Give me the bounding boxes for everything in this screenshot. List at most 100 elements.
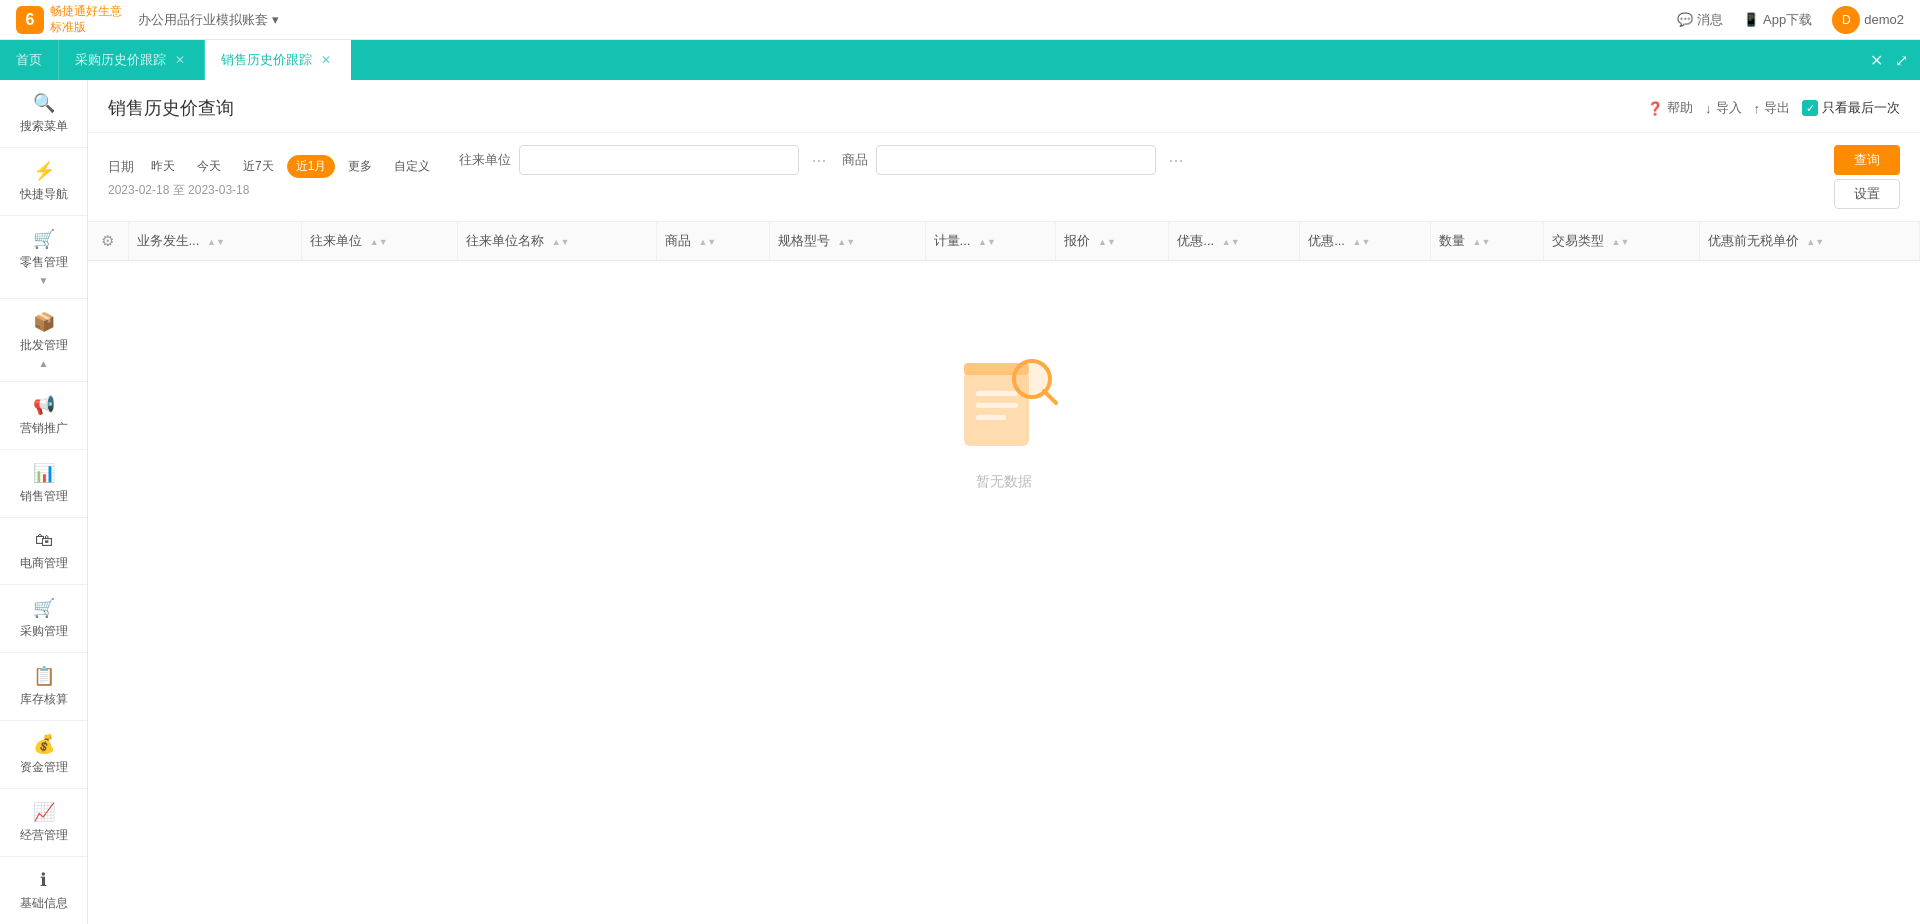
counterparty-input[interactable]: [519, 145, 799, 175]
th-discount1[interactable]: 优惠... ▲▼: [1169, 222, 1300, 261]
sort-discount1[interactable]: ▲▼: [1222, 237, 1240, 247]
app-download-button[interactable]: 📱 App下载: [1743, 11, 1812, 29]
operation-mgmt-icon: 📈: [33, 801, 55, 823]
top-bar: 6 畅捷通好生意 标准版 办公用品行业模拟账套 ▾ 💬 消息 📱 App下载 D…: [0, 0, 1920, 40]
sort-pre-discount-price[interactable]: ▲▼: [1806, 237, 1824, 247]
logo-area: 6 畅捷通好生意 标准版: [16, 4, 122, 35]
message-button[interactable]: 💬 消息: [1677, 11, 1723, 29]
logo-icon: 6: [16, 6, 44, 34]
top-bar-right: 💬 消息 📱 App下载 D demo2: [1677, 6, 1904, 34]
counterparty-dots[interactable]: ···: [807, 150, 826, 171]
setting-button[interactable]: 设置: [1834, 179, 1900, 209]
empty-illustration: [944, 341, 1064, 461]
purchase-mgmt-icon: 🛒: [33, 597, 55, 619]
table-gear-icon[interactable]: ⚙: [101, 232, 114, 249]
date-buttons: 昨天 今天 近7天 近1月 更多 自定义: [142, 155, 439, 178]
only-last-checkbox-group[interactable]: ✓ 只看最后一次: [1802, 99, 1900, 117]
main-layout: 🔍 搜索菜单 ⚡ 快捷导航 🛒 零售管理 ▼ 📦 批发管理 ▲ 📢 营销推广 📊…: [0, 80, 1920, 924]
sort-quantity[interactable]: ▲▼: [1473, 237, 1491, 247]
page-header: 销售历史价查询 ❓ 帮助 ↓ 导入 ↑ 导出 ✓ 只看最后一次: [88, 80, 1920, 133]
sort-unit[interactable]: ▲▼: [978, 237, 996, 247]
sidebar-item-purchase-mgmt[interactable]: 🛒 采购管理: [0, 585, 87, 653]
date-btn-today[interactable]: 今天: [188, 155, 230, 178]
date-btn-last1m[interactable]: 近1月: [287, 155, 336, 178]
th-quantity[interactable]: 数量 ▲▼: [1430, 222, 1543, 261]
th-trade-type[interactable]: 交易类型 ▲▼: [1543, 222, 1699, 261]
sidebar-item-quick-nav[interactable]: ⚡ 快捷导航: [0, 148, 87, 216]
sidebar-item-basic-info[interactable]: ℹ 基础信息: [0, 857, 87, 924]
sidebar-item-inventory-check[interactable]: 📋 库存核算: [0, 653, 87, 721]
th-discount2[interactable]: 优惠... ▲▼: [1300, 222, 1431, 261]
close-all-tabs-button[interactable]: ✕: [1866, 47, 1887, 74]
th-counterparty-name[interactable]: 往来单位名称 ▲▼: [458, 222, 657, 261]
product-filter-group: 商品 ···: [842, 145, 1183, 175]
product-dots[interactable]: ···: [1164, 150, 1183, 171]
content-area: 销售历史价查询 ❓ 帮助 ↓ 导入 ↑ 导出 ✓ 只看最后一次: [88, 80, 1920, 924]
table-settings-col: ⚙: [88, 222, 128, 261]
sidebar-item-marketing[interactable]: 📢 营销推广: [0, 382, 87, 450]
workspace-selector[interactable]: 办公用品行业模拟账套 ▾: [130, 7, 287, 33]
sort-spec[interactable]: ▲▼: [837, 237, 855, 247]
tab-purchase-history[interactable]: 采购历史价跟踪 ✕: [59, 40, 205, 80]
sidebar-item-operation-mgmt[interactable]: 📈 经营管理: [0, 789, 87, 857]
search-menu-icon: 🔍: [33, 92, 55, 114]
th-spec[interactable]: 规格型号 ▲▼: [769, 222, 925, 261]
sidebar-item-finance-mgmt[interactable]: 💰 资金管理: [0, 721, 87, 789]
th-quoted-price[interactable]: 报价 ▲▼: [1056, 222, 1169, 261]
date-filter-label: 日期: [108, 158, 134, 176]
table-header-row: ⚙ 业务发生... ▲▼ 往来单位 ▲▼ 往来单位名称 ▲▼: [88, 222, 1920, 261]
message-icon: 💬: [1677, 12, 1693, 27]
product-input[interactable]: [876, 145, 1156, 175]
only-last-checkbox[interactable]: ✓: [1802, 100, 1818, 116]
tab-home[interactable]: 首页: [0, 40, 59, 80]
sort-trade-type[interactable]: ▲▼: [1612, 237, 1630, 247]
export-button[interactable]: ↑ 导出: [1754, 99, 1791, 117]
page-title: 销售历史价查询: [108, 96, 234, 120]
th-counterparty-code[interactable]: 往来单位 ▲▼: [302, 222, 458, 261]
sidebar-item-retail-mgmt[interactable]: 🛒 零售管理 ▼: [0, 216, 87, 299]
help-button[interactable]: ❓ 帮助: [1647, 99, 1693, 117]
sidebar-item-search-menu[interactable]: 🔍 搜索菜单: [0, 80, 87, 148]
user-profile-button[interactable]: D demo2: [1832, 6, 1904, 34]
export-icon: ↑: [1754, 101, 1761, 116]
svg-rect-4: [976, 415, 1006, 420]
retail-mgmt-icon: 🛒: [33, 228, 55, 250]
sidebar-item-wholesale-mgmt[interactable]: 📦 批发管理 ▲: [0, 299, 87, 382]
tab-sales-history-close[interactable]: ✕: [318, 52, 334, 68]
table-header: ⚙ 业务发生... ▲▼ 往来单位 ▲▼ 往来单位名称 ▲▼: [88, 222, 1920, 261]
th-unit[interactable]: 计量... ▲▼: [925, 222, 1056, 261]
import-icon: ↓: [1705, 101, 1712, 116]
sort-biz-date[interactable]: ▲▼: [207, 237, 225, 247]
table-container: ⚙ 业务发生... ▲▼ 往来单位 ▲▼ 往来单位名称 ▲▼: [88, 222, 1920, 924]
th-pre-discount-price[interactable]: 优惠前无税单价 ▲▼: [1699, 222, 1919, 261]
basic-info-icon: ℹ: [40, 869, 47, 891]
date-btn-last7[interactable]: 近7天: [234, 155, 283, 178]
th-biz-date[interactable]: 业务发生... ▲▼: [128, 222, 302, 261]
retail-mgmt-arrow: ▼: [39, 275, 49, 286]
tab-purchase-history-close[interactable]: ✕: [172, 52, 188, 68]
avatar: D: [1832, 6, 1860, 34]
counterparty-filter-group: 往来单位 ···: [459, 145, 826, 175]
sort-counterparty-name[interactable]: ▲▼: [552, 237, 570, 247]
th-product[interactable]: 商品 ▲▼: [656, 222, 769, 261]
sort-quoted-price[interactable]: ▲▼: [1098, 237, 1116, 247]
filter-actions: 查询 设置: [1834, 145, 1900, 209]
help-icon: ❓: [1647, 101, 1663, 116]
date-btn-custom[interactable]: 自定义: [385, 155, 439, 178]
sort-discount2[interactable]: ▲▼: [1353, 237, 1371, 247]
date-btn-more[interactable]: 更多: [339, 155, 381, 178]
sort-product[interactable]: ▲▼: [698, 237, 716, 247]
expand-button[interactable]: ⤢: [1891, 47, 1912, 74]
query-button[interactable]: 查询: [1834, 145, 1900, 175]
empty-svg: [944, 341, 1064, 461]
tab-sales-history[interactable]: 销售历史价跟踪 ✕: [205, 40, 351, 80]
date-btn-yesterday[interactable]: 昨天: [142, 155, 184, 178]
import-button[interactable]: ↓ 导入: [1705, 99, 1742, 117]
inventory-check-icon: 📋: [33, 665, 55, 687]
quick-nav-icon: ⚡: [33, 160, 55, 182]
product-label: 商品: [842, 151, 868, 169]
sidebar-item-sales-mgmt[interactable]: 📊 销售管理: [0, 450, 87, 518]
sort-counterparty-code[interactable]: ▲▼: [370, 237, 388, 247]
sidebar-item-ecommerce-mgmt[interactable]: 🛍 电商管理: [0, 518, 87, 585]
app-download-icon: 📱: [1743, 12, 1759, 27]
